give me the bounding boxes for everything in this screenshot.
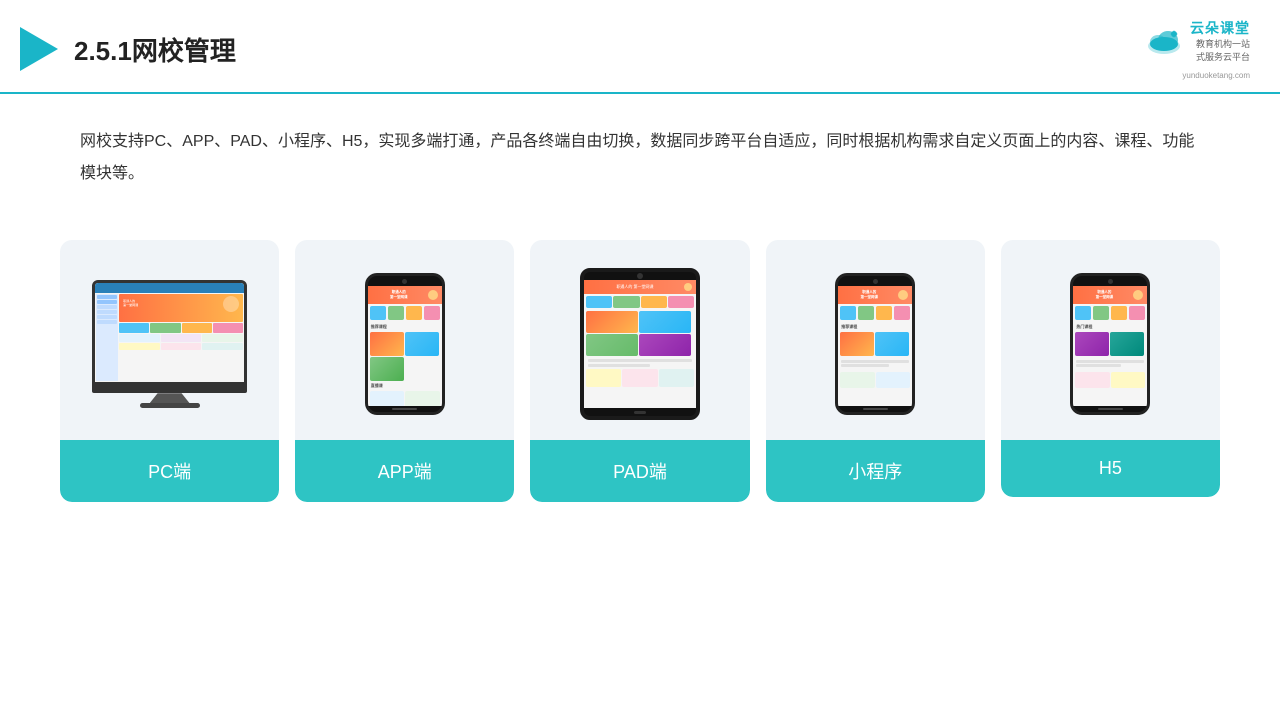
cloud-icon bbox=[1144, 26, 1184, 56]
pad-image-area: 职通人的 第一堂网课 bbox=[530, 240, 749, 440]
brand-url: yunduoketang.com bbox=[1182, 71, 1250, 80]
monitor-stand bbox=[150, 393, 190, 403]
brand-tagline: 教育机构一站 式服务云平台 bbox=[1190, 38, 1250, 63]
app-image-area: 职通人的第一堂网课 推荐课程 bbox=[295, 240, 514, 440]
miniapp-label: 小程序 bbox=[766, 440, 985, 502]
pad-card: 职通人的 第一堂网课 bbox=[530, 240, 749, 502]
app-card: 职通人的第一堂网课 推荐课程 bbox=[295, 240, 514, 502]
app-phone-icon: 职通人的第一堂网课 推荐课程 bbox=[365, 273, 445, 415]
pad-label: PAD端 bbox=[530, 440, 749, 502]
header-left: 2.5.1网校管理 bbox=[20, 27, 236, 71]
pad-tablet-icon: 职通人的 第一堂网课 bbox=[580, 268, 700, 420]
monitor-body: 职通人的 第一堂网课 bbox=[92, 280, 247, 385]
header: 2.5.1网校管理 云朵课堂 教育机构一站 式服务云平台 yunduok bbox=[0, 0, 1280, 94]
pc-card: 职通人的 第一堂网课 bbox=[60, 240, 279, 502]
h5-phone-icon: 职通人的第一堂网课 热门课程 bbox=[1070, 273, 1150, 415]
monitor-chin bbox=[92, 385, 247, 393]
brand-name-label: 云朵课堂 bbox=[1190, 18, 1250, 38]
description-text: 网校支持PC、APP、PAD、小程序、H5，实现多端打通，产品各终端自由切换，数… bbox=[0, 94, 1280, 210]
h5-image-area: 职通人的第一堂网课 热门课程 bbox=[1001, 240, 1220, 440]
miniapp-image-area: 职通人的第一堂网课 推荐课程 bbox=[766, 240, 985, 440]
h5-label: H5 bbox=[1001, 440, 1220, 497]
monitor-base bbox=[140, 403, 200, 408]
logo-triangle-icon bbox=[20, 27, 58, 71]
brand-logo: 云朵课堂 教育机构一站 式服务云平台 yunduoketang.com bbox=[1144, 18, 1250, 80]
miniapp-phone-icon: 职通人的第一堂网课 推荐课程 bbox=[835, 273, 915, 415]
page-title: 2.5.1网校管理 bbox=[74, 31, 236, 68]
pc-label: PC端 bbox=[60, 440, 279, 502]
pc-image-area: 职通人的 第一堂网课 bbox=[60, 240, 279, 440]
brand-top-row: 云朵课堂 教育机构一站 式服务云平台 bbox=[1144, 18, 1250, 63]
monitor-screen: 职通人的 第一堂网课 bbox=[95, 283, 244, 382]
brand-text: 云朵课堂 教育机构一站 式服务云平台 bbox=[1190, 18, 1250, 63]
device-cards-section: 职通人的 第一堂网课 bbox=[0, 220, 1280, 502]
miniapp-card: 职通人的第一堂网课 推荐课程 bbox=[766, 240, 985, 502]
pc-monitor-icon: 职通人的 第一堂网课 bbox=[92, 280, 247, 408]
h5-card: 职通人的第一堂网课 热门课程 bbox=[1001, 240, 1220, 497]
app-label: APP端 bbox=[295, 440, 514, 502]
